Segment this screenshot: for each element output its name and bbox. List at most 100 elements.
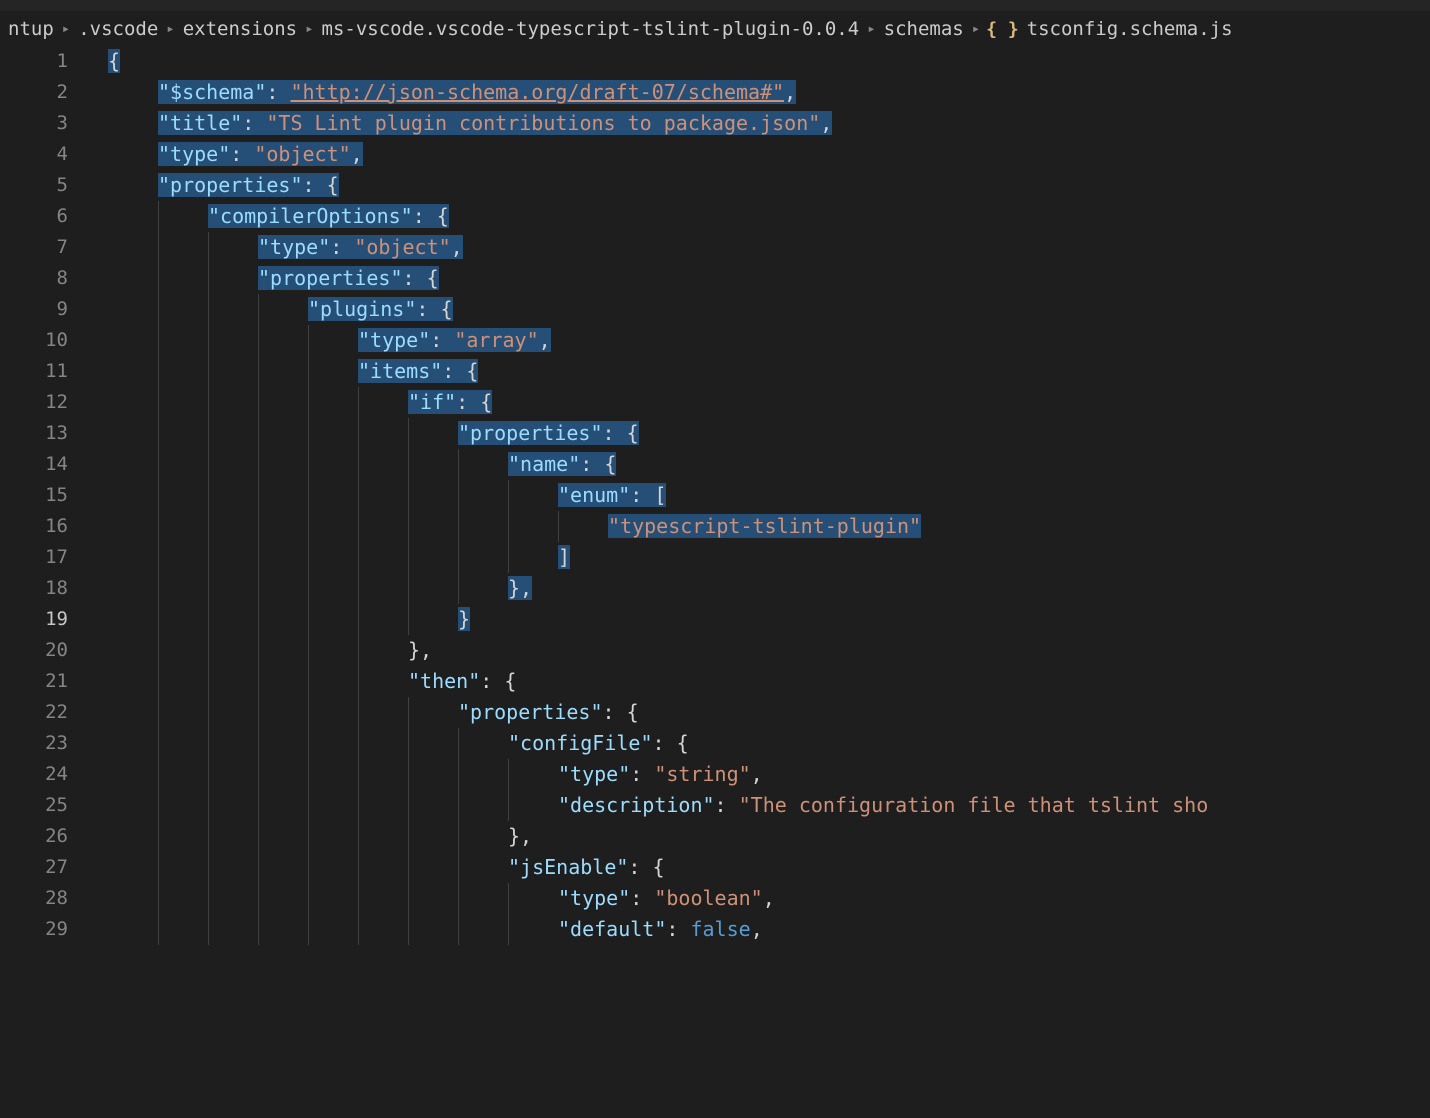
token-colon: : xyxy=(653,731,677,755)
code-line[interactable]: }, xyxy=(108,573,1430,604)
token-key: "type" xyxy=(258,235,330,259)
line-number[interactable]: 17 xyxy=(0,542,68,573)
code-line[interactable]: "type": "array", xyxy=(108,325,1430,356)
code-line[interactable]: "properties": { xyxy=(108,418,1430,449)
token-key: "properties" xyxy=(258,266,403,290)
token-string: "string" xyxy=(654,762,750,786)
line-number[interactable]: 8 xyxy=(0,263,68,294)
breadcrumb-item[interactable]: tsconfig.schema.js xyxy=(1025,18,1235,40)
breadcrumb-item[interactable]: extensions xyxy=(181,18,299,40)
line-number[interactable]: 10 xyxy=(0,325,68,356)
token-colon: : xyxy=(403,266,427,290)
line-number[interactable]: 28 xyxy=(0,883,68,914)
code-line[interactable]: "$schema": "http://json-schema.org/draft… xyxy=(108,77,1430,108)
token-brace: } xyxy=(458,607,470,631)
token-brace: { xyxy=(108,49,120,73)
code-line[interactable]: "type": "boolean", xyxy=(108,883,1430,914)
token-key: "type" xyxy=(558,762,630,786)
code-line[interactable]: "items": { xyxy=(108,356,1430,387)
token-key: "type" xyxy=(358,328,430,352)
token-colon: : xyxy=(303,173,327,197)
token-string: "object" xyxy=(354,235,450,259)
token-key: "enum" xyxy=(558,483,630,507)
token-colon: : xyxy=(442,359,466,383)
token-string: "object" xyxy=(254,142,350,166)
token-brace: { xyxy=(627,700,639,724)
line-number[interactable]: 22 xyxy=(0,697,68,728)
line-number[interactable]: 21 xyxy=(0,666,68,697)
token-brace: { xyxy=(627,421,639,445)
line-number[interactable]: 11 xyxy=(0,356,68,387)
code-line[interactable]: "name": { xyxy=(108,449,1430,480)
line-number[interactable]: 24 xyxy=(0,759,68,790)
line-number[interactable]: 4 xyxy=(0,139,68,170)
tab-bar[interactable] xyxy=(0,0,1430,12)
line-number[interactable]: 6 xyxy=(0,201,68,232)
code-line[interactable]: } xyxy=(108,604,1430,635)
code-line[interactable]: "jsEnable": { xyxy=(108,852,1430,883)
line-number[interactable]: 26 xyxy=(0,821,68,852)
code-line[interactable]: "type": "string", xyxy=(108,759,1430,790)
line-number[interactable]: 1 xyxy=(0,46,68,77)
line-number[interactable]: 14 xyxy=(0,449,68,480)
line-number[interactable]: 5 xyxy=(0,170,68,201)
code-line[interactable]: ] xyxy=(108,542,1430,573)
line-number[interactable]: 23 xyxy=(0,728,68,759)
token-comma: , xyxy=(751,917,763,941)
code-line[interactable]: { xyxy=(108,46,1430,77)
token-colon: : xyxy=(580,452,604,476)
breadcrumb-item[interactable]: ntup xyxy=(6,18,56,40)
code-line[interactable]: "then": { xyxy=(108,666,1430,697)
code-line[interactable]: }, xyxy=(108,821,1430,852)
code-line[interactable]: "enum": [ xyxy=(108,480,1430,511)
line-number[interactable]: 20 xyxy=(0,635,68,666)
code-line[interactable]: "typescript-tslint-plugin" xyxy=(108,511,1430,542)
line-number[interactable]: 19 xyxy=(0,604,68,635)
line-number[interactable]: 12 xyxy=(0,387,68,418)
token-key: "description" xyxy=(558,793,715,817)
chevron-right-icon: ▸ xyxy=(861,21,881,37)
token-key: "if" xyxy=(408,390,456,414)
line-number-gutter[interactable]: 1234567891011121314151617181920212223242… xyxy=(0,46,94,1118)
code-line[interactable]: "title": "TS Lint plugin contributions t… xyxy=(108,108,1430,139)
breadcrumb-item[interactable]: .vscode xyxy=(76,18,160,40)
line-number[interactable]: 9 xyxy=(0,294,68,325)
breadcrumb[interactable]: ntup ▸ .vscode ▸ extensions ▸ ms-vscode.… xyxy=(0,12,1430,46)
breadcrumb-item[interactable]: schemas xyxy=(882,18,966,40)
line-number[interactable]: 29 xyxy=(0,914,68,945)
line-number[interactable]: 7 xyxy=(0,232,68,263)
token-comma: , xyxy=(751,762,763,786)
token-string: "array" xyxy=(454,328,538,352)
code-line[interactable]: "type": "object", xyxy=(108,232,1430,263)
code-line[interactable]: "default": false, xyxy=(108,914,1430,945)
code-line[interactable]: "plugins": { xyxy=(108,294,1430,325)
token-colon: : xyxy=(630,886,654,910)
token-colon: : xyxy=(230,142,254,166)
code-line[interactable]: "properties": { xyxy=(108,170,1430,201)
code-line[interactable]: "compilerOptions": { xyxy=(108,201,1430,232)
code-line[interactable]: "description": "The configuration file t… xyxy=(108,790,1430,821)
line-number[interactable]: 3 xyxy=(0,108,68,139)
token-brace: [ xyxy=(654,483,666,507)
line-number[interactable]: 2 xyxy=(0,77,68,108)
code-line[interactable]: "if": { xyxy=(108,387,1430,418)
token-brace: { xyxy=(604,452,616,476)
line-number[interactable]: 27 xyxy=(0,852,68,883)
line-number[interactable]: 13 xyxy=(0,418,68,449)
line-number[interactable]: 25 xyxy=(0,790,68,821)
line-number[interactable]: 15 xyxy=(0,480,68,511)
token-key: "items" xyxy=(358,359,442,383)
code-line[interactable]: "type": "object", xyxy=(108,139,1430,170)
code-line[interactable]: }, xyxy=(108,635,1430,666)
line-number[interactable]: 16 xyxy=(0,511,68,542)
code-line[interactable]: "properties": { xyxy=(108,263,1430,294)
line-number[interactable]: 18 xyxy=(0,573,68,604)
breadcrumb-item[interactable]: ms-vscode.vscode-typescript-tslint-plugi… xyxy=(320,18,862,40)
code-area[interactable]: { "$schema": "http://json-schema.org/draf… xyxy=(94,46,1430,1118)
token-key: "$schema" xyxy=(158,80,266,104)
code-editor[interactable]: 1234567891011121314151617181920212223242… xyxy=(0,46,1430,1118)
token-colon: : xyxy=(630,762,654,786)
token-key: "compilerOptions" xyxy=(208,204,413,228)
code-line[interactable]: "properties": { xyxy=(108,697,1430,728)
code-line[interactable]: "configFile": { xyxy=(108,728,1430,759)
